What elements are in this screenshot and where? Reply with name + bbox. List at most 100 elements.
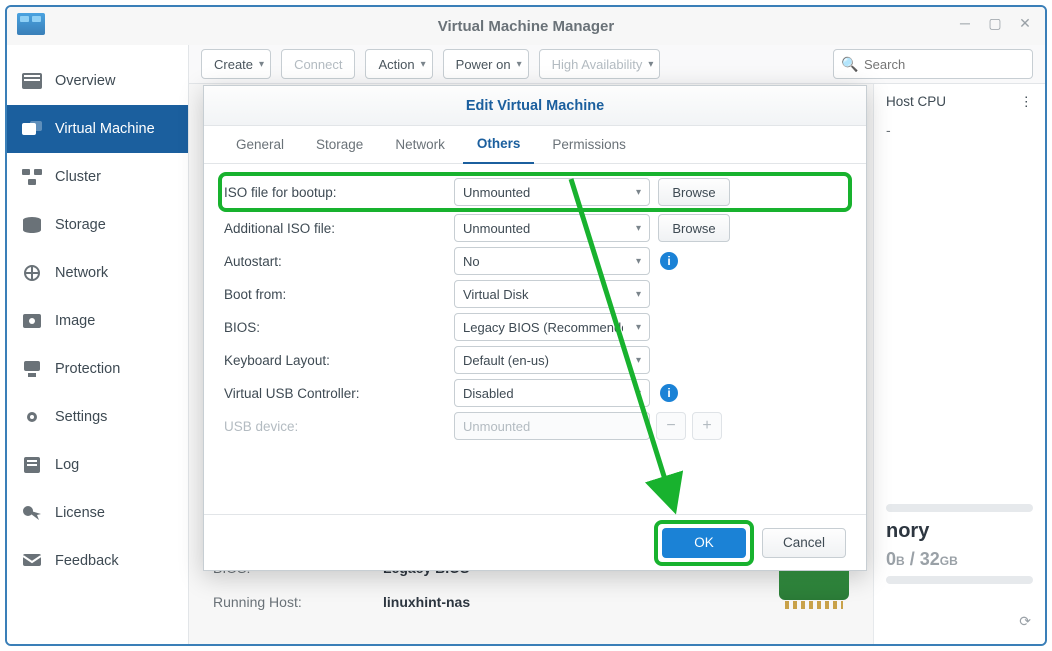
info-icon[interactable]: i xyxy=(660,384,678,402)
sidebar-item-license[interactable]: License xyxy=(7,489,188,537)
running-host-label: Running Host: xyxy=(213,594,383,610)
add-usb-button: + xyxy=(692,412,722,440)
protection-icon xyxy=(21,360,43,378)
usb-controller-select[interactable]: Disabled ▾ xyxy=(454,379,650,407)
sidebar-item-image[interactable]: Image xyxy=(7,297,188,345)
cancel-button[interactable]: Cancel xyxy=(762,528,846,558)
search-wrap: 🔍 xyxy=(833,49,1033,79)
caret-down-icon: ▾ xyxy=(636,355,641,366)
memory-usage-bar xyxy=(886,576,1033,584)
sidebar-item-label: Settings xyxy=(55,409,107,425)
caret-down-icon: ▾ xyxy=(636,187,641,198)
modal-footer: OK Cancel xyxy=(204,514,866,570)
sidebar-item-network[interactable]: Network xyxy=(7,249,188,297)
autostart-select[interactable]: No ▾ xyxy=(454,247,650,275)
app-window: Virtual Machine Manager ─ ▢ ✕ Overview V… xyxy=(5,5,1047,646)
feedback-icon xyxy=(21,552,43,570)
sidebar-item-overview[interactable]: Overview xyxy=(7,57,188,105)
sidebar-item-feedback[interactable]: Feedback xyxy=(7,537,188,585)
sidebar-item-label: Cluster xyxy=(55,169,101,185)
row-usb-controller: Virtual USB Controller: Disabled ▾ i xyxy=(224,377,846,409)
iso-bootup-select[interactable]: Unmounted ▾ xyxy=(454,178,650,206)
sidebar-item-label: License xyxy=(55,505,105,521)
power-on-label: Power on xyxy=(456,57,511,72)
high-availability-button[interactable]: High Availability ▾ xyxy=(539,49,661,79)
sidebar-item-label: Storage xyxy=(55,217,106,233)
cpu-usage-bar xyxy=(886,504,1033,512)
action-button[interactable]: Action▾ xyxy=(365,49,432,79)
tab-network[interactable]: Network xyxy=(381,126,459,164)
tab-storage[interactable]: Storage xyxy=(302,126,377,164)
tab-general[interactable]: General xyxy=(222,126,298,164)
additional-iso-browse-button[interactable]: Browse xyxy=(658,214,730,242)
power-on-button[interactable]: Power on ▾ xyxy=(443,49,529,79)
sidebar-item-storage[interactable]: Storage xyxy=(7,201,188,249)
row-keyboard: Keyboard Layout: Default (en-us) ▾ xyxy=(224,344,846,376)
maximize-button[interactable]: ▢ xyxy=(981,11,1009,35)
row-autostart: Autostart: No ▾ i xyxy=(224,245,846,277)
row-usb-device: USB device: Unmounted − + xyxy=(224,410,846,442)
app-icon xyxy=(17,13,45,35)
connect-button[interactable]: Connect xyxy=(281,49,355,79)
minimize-button[interactable]: ─ xyxy=(951,11,979,35)
caret-down-icon: ▾ xyxy=(648,59,653,70)
memory-label: nory xyxy=(886,520,1033,543)
tab-others[interactable]: Others xyxy=(463,126,535,164)
sidebar-item-cluster[interactable]: Cluster xyxy=(7,153,188,201)
action-label: Action xyxy=(378,57,414,72)
memory-block: nory 0B / 32GB xyxy=(886,520,1033,584)
row-iso-bootup: ISO file for bootup: Unmounted ▾ Browse xyxy=(222,176,848,208)
remove-usb-button: − xyxy=(656,412,686,440)
tab-permissions[interactable]: Permissions xyxy=(538,126,640,164)
sidebar-item-settings[interactable]: Settings xyxy=(7,393,188,441)
modal-title: Edit Virtual Machine xyxy=(466,98,604,114)
iso-bootup-label: ISO file for bootup: xyxy=(224,185,454,200)
toolbar: Create▾ Connect Action▾ Power on▾ High A… xyxy=(189,45,1045,84)
additional-iso-value: Unmounted xyxy=(463,221,530,236)
network-icon xyxy=(21,264,43,282)
boot-from-label: Boot from: xyxy=(224,287,454,302)
image-icon xyxy=(21,312,43,330)
refresh-icon[interactable]: ⟳ xyxy=(1019,613,1031,630)
memory-value: 0B / 32GB xyxy=(886,549,1033,570)
caret-down-icon: ▾ xyxy=(636,322,641,333)
usb-controller-value: Disabled xyxy=(463,386,514,401)
keyboard-value: Default (en-us) xyxy=(463,353,549,368)
ha-label: High Availability xyxy=(552,57,643,72)
caret-down-icon: ▾ xyxy=(636,256,641,267)
sidebar-item-virtual-machine[interactable]: Virtual Machine xyxy=(7,105,188,153)
sidebar: Overview Virtual Machine Cluster Storage… xyxy=(7,45,189,644)
host-cpu-value: - xyxy=(886,122,1033,138)
boot-from-select[interactable]: Virtual Disk ▾ xyxy=(454,280,650,308)
iso-bootup-value: Unmounted xyxy=(463,185,530,200)
mem-sep: / xyxy=(905,549,920,569)
row-boot-from: Boot from: Virtual Disk ▾ xyxy=(224,278,846,310)
sidebar-item-protection[interactable]: Protection xyxy=(7,345,188,393)
modal-tabs: General Storage Network Others Permissio… xyxy=(204,126,866,164)
close-button[interactable]: ✕ xyxy=(1011,11,1039,35)
ok-highlight: OK xyxy=(658,524,750,562)
right-panel: Host CPU ⋮ - nory 0B / 32GB ⟳ xyxy=(873,84,1045,644)
search-input[interactable] xyxy=(833,49,1033,79)
host-cpu-label: Host CPU xyxy=(886,94,946,110)
search-icon: 🔍 xyxy=(841,56,858,73)
cluster-icon xyxy=(21,168,43,186)
sidebar-item-label: Overview xyxy=(55,73,115,89)
running-host-value: linuxhint-nas xyxy=(383,594,470,610)
caret-down-icon: ▾ xyxy=(517,59,522,70)
create-button[interactable]: Create▾ xyxy=(201,49,271,79)
usb-device-label: USB device: xyxy=(224,419,454,434)
sidebar-item-log[interactable]: Log xyxy=(7,441,188,489)
additional-iso-select[interactable]: Unmounted ▾ xyxy=(454,214,650,242)
iso-bootup-browse-button[interactable]: Browse xyxy=(658,178,730,206)
ok-button[interactable]: OK xyxy=(662,528,746,558)
info-icon[interactable]: i xyxy=(660,252,678,270)
bios-select[interactable]: Legacy BIOS (Recommended) ▾ xyxy=(454,313,650,341)
kebab-icon[interactable]: ⋮ xyxy=(1020,94,1034,110)
mem-used-unit: B xyxy=(896,554,905,568)
sidebar-item-label: Feedback xyxy=(55,553,119,569)
usb-controller-label: Virtual USB Controller: xyxy=(224,386,454,401)
usb-device-select: Unmounted xyxy=(454,412,650,440)
keyboard-select[interactable]: Default (en-us) ▾ xyxy=(454,346,650,374)
caret-down-icon: ▾ xyxy=(636,223,641,234)
